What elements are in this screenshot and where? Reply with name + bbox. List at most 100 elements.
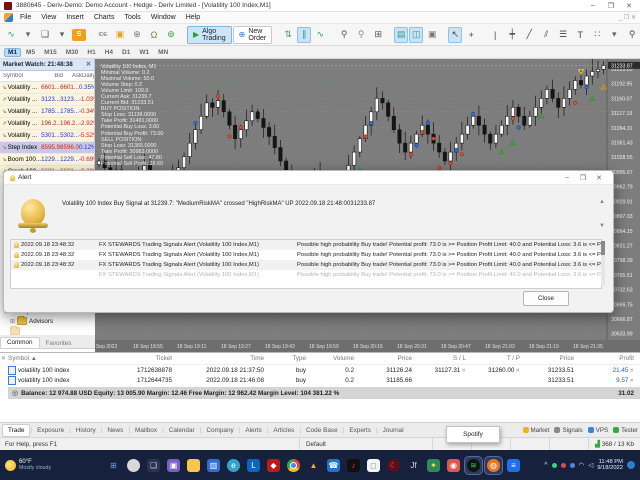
notification-center-icon[interactable] — [627, 461, 635, 469]
phone-icon[interactable]: ☎ — [325, 457, 342, 474]
tab-journal[interactable]: Journal — [378, 425, 409, 436]
dropdown-icon[interactable]: ▾ — [606, 27, 622, 43]
mw-col-0[interactable]: Symbol — [0, 73, 44, 79]
bottom-vps-button[interactable]: VPS — [587, 427, 608, 434]
navigator-tab-favorites[interactable]: Favorites — [40, 339, 78, 348]
timeframe-h1[interactable]: H1 — [83, 48, 99, 57]
mw-col-1[interactable]: Bid — [44, 73, 63, 79]
col-time[interactable]: Time — [172, 355, 264, 362]
scroll-down-icon[interactable]: ▼ — [599, 223, 605, 229]
col-type[interactable]: Type — [264, 355, 306, 362]
market-watch-row[interactable]: ↘Volatility ...6601...6601...0.35% — [0, 82, 94, 94]
menu-window[interactable]: Window — [146, 14, 181, 21]
tab-news[interactable]: News — [102, 425, 128, 436]
market-watch-row[interactable]: ↘Volatility ...1785...1785...-0.34% — [0, 106, 94, 118]
close-position-icon[interactable]: ✕ — [629, 368, 634, 374]
zoom-out-icon[interactable]: ⚲ — [353, 27, 369, 43]
chrome-icon[interactable] — [285, 457, 302, 474]
timeframe-m1[interactable]: M1 — [4, 47, 22, 57]
col-symbol[interactable]: Symbol ▲ — [8, 355, 100, 362]
position-row[interactable]: volatility 100 index 1712644735 2022.09.18… — [8, 375, 640, 385]
file-explorer-icon[interactable] — [185, 457, 202, 474]
search-icon[interactable]: ⚲ — [624, 27, 640, 43]
alert-row[interactable]: 2022.09.18 23:48:32 FX STEWARDS Trading S… — [11, 260, 601, 270]
tiktok-icon[interactable]: ♪ — [345, 457, 362, 474]
tray-chevron-icon[interactable]: ^ — [544, 462, 547, 469]
tray-icon-blue[interactable] — [569, 462, 575, 468]
bottom-market-button[interactable]: Market — [522, 427, 549, 434]
line-chart-icon[interactable]: ▣ — [424, 27, 440, 43]
bottom-tester-button[interactable]: Tester — [613, 427, 638, 434]
new-order-button[interactable]: ⊕ New Order — [232, 25, 273, 44]
taskbar-clock[interactable]: 11:48 PM 9/18/2022 — [597, 459, 623, 472]
app-orange-icon[interactable]: ◉ — [445, 457, 462, 474]
col-volume[interactable]: Volume — [306, 355, 354, 362]
status-profile[interactable]: Default — [298, 438, 432, 450]
tab-alerts[interactable]: Alerts — [240, 425, 266, 436]
market-watch-close-icon[interactable]: ✕ — [86, 61, 91, 68]
wifi-icon[interactable]: ◠ — [579, 461, 585, 469]
timeframe-m5[interactable]: M5 — [22, 48, 39, 57]
tab-calendar[interactable]: Calendar — [164, 425, 200, 436]
list-app-icon[interactable]: ≡ — [505, 457, 522, 474]
menu-help[interactable]: Help — [181, 14, 205, 21]
col-ticket[interactable]: Ticket — [100, 355, 172, 362]
trendline-icon[interactable]: ╱ — [521, 27, 537, 43]
app-green-icon[interactable]: ✦ — [425, 457, 442, 474]
spotify-icon[interactable]: ≋ — [464, 455, 483, 475]
text-icon[interactable]: T — [572, 27, 588, 43]
chart-type-icon[interactable]: ∿ — [3, 27, 19, 43]
dropdown-icon[interactable]: ▾ — [20, 27, 36, 43]
dropdown-icon[interactable]: ▾ — [54, 27, 70, 43]
col-price[interactable]: Price — [354, 355, 412, 362]
dialog-maximize-button[interactable]: ❐ — [575, 174, 591, 182]
doc-window-controls[interactable]: _ ❐ ✕ — [619, 14, 636, 21]
scroll-up-icon[interactable]: ▲ — [599, 199, 605, 205]
app-blue-icon[interactable]: ▥ — [205, 457, 222, 474]
tab-code-base[interactable]: Code Base — [301, 425, 343, 436]
candlestick-icon[interactable]: ◫ — [409, 26, 424, 43]
tab-company[interactable]: Company — [201, 425, 238, 436]
timeframe-m30[interactable]: M30 — [62, 48, 83, 57]
menu-tools[interactable]: Tools — [119, 14, 145, 21]
position-row[interactable]: volatility 100 index 1712638878 2022.09.18… — [8, 365, 640, 375]
minimize-button[interactable]: – — [586, 2, 600, 9]
app-purple-icon[interactable]: ▣ — [165, 457, 182, 474]
col-profit[interactable]: Profit — [574, 355, 640, 362]
rotate-icon[interactable]: ⊕ — [129, 27, 145, 43]
timeframe-d1[interactable]: D1 — [118, 48, 134, 57]
mcafee-icon[interactable]: ◆ — [265, 457, 282, 474]
navigator-item-advisors[interactable]: ⊞ Advisors — [0, 316, 95, 326]
metaeditor-icon[interactable]: IDE — [95, 27, 111, 43]
opera-icon[interactable]: ☾ — [385, 457, 402, 474]
edge-icon[interactable]: e — [225, 457, 242, 474]
market-watch-row[interactable]: ↗Volatility ...3123...3123...-1.03% — [0, 94, 94, 106]
maximize-button[interactable]: ❐ — [604, 2, 618, 10]
bottom-signals-button[interactable]: Signals — [554, 427, 583, 434]
tray-icon-green[interactable] — [551, 462, 557, 468]
community-icon[interactable]: ⊚ — [163, 27, 179, 43]
app-white-icon[interactable]: ◻ — [365, 457, 382, 474]
tab-mailbox[interactable]: Mailbox — [130, 425, 162, 436]
fibonacci-icon[interactable]: ☰ — [555, 27, 571, 43]
vertical-line-icon[interactable]: | — [487, 27, 503, 43]
col-price[interactable]: Price — [520, 355, 574, 362]
market-watch-row[interactable]: ↘Boom 100...1229...1229...-0.69% — [0, 154, 94, 166]
col-sl[interactable]: S / L — [412, 355, 466, 362]
timeframe-m15[interactable]: M15 — [40, 48, 61, 57]
alert-row[interactable]: 2022.09.18 23:48:32 FX STEWARDS Trading S… — [11, 240, 601, 250]
menu-insert[interactable]: Insert — [61, 14, 89, 21]
channel-icon[interactable]: ⫽ — [538, 27, 554, 43]
linkedin-icon[interactable]: L — [245, 457, 262, 474]
grid-icon[interactable]: ⊞ — [370, 27, 386, 43]
navigator-tab-common[interactable]: Common — [0, 337, 40, 348]
algo-trading-button[interactable]: ▶ Algo Trading — [187, 25, 232, 44]
dialog-close-button[interactable]: ✕ — [591, 174, 607, 182]
bar-chart-icon[interactable]: ▤ — [394, 26, 409, 43]
dialog-minimize-button[interactable]: – — [559, 174, 575, 181]
depth-icon[interactable]: ∥ — [297, 26, 312, 43]
alert-row[interactable]: 2022.09.18 23:48:32 FX STEWARDS Trading S… — [11, 250, 601, 260]
menu-file[interactable]: File — [15, 14, 36, 21]
quotes-icon[interactable]: ∿ — [312, 27, 328, 43]
new-chart-icon[interactable]: ❏ — [37, 27, 53, 43]
